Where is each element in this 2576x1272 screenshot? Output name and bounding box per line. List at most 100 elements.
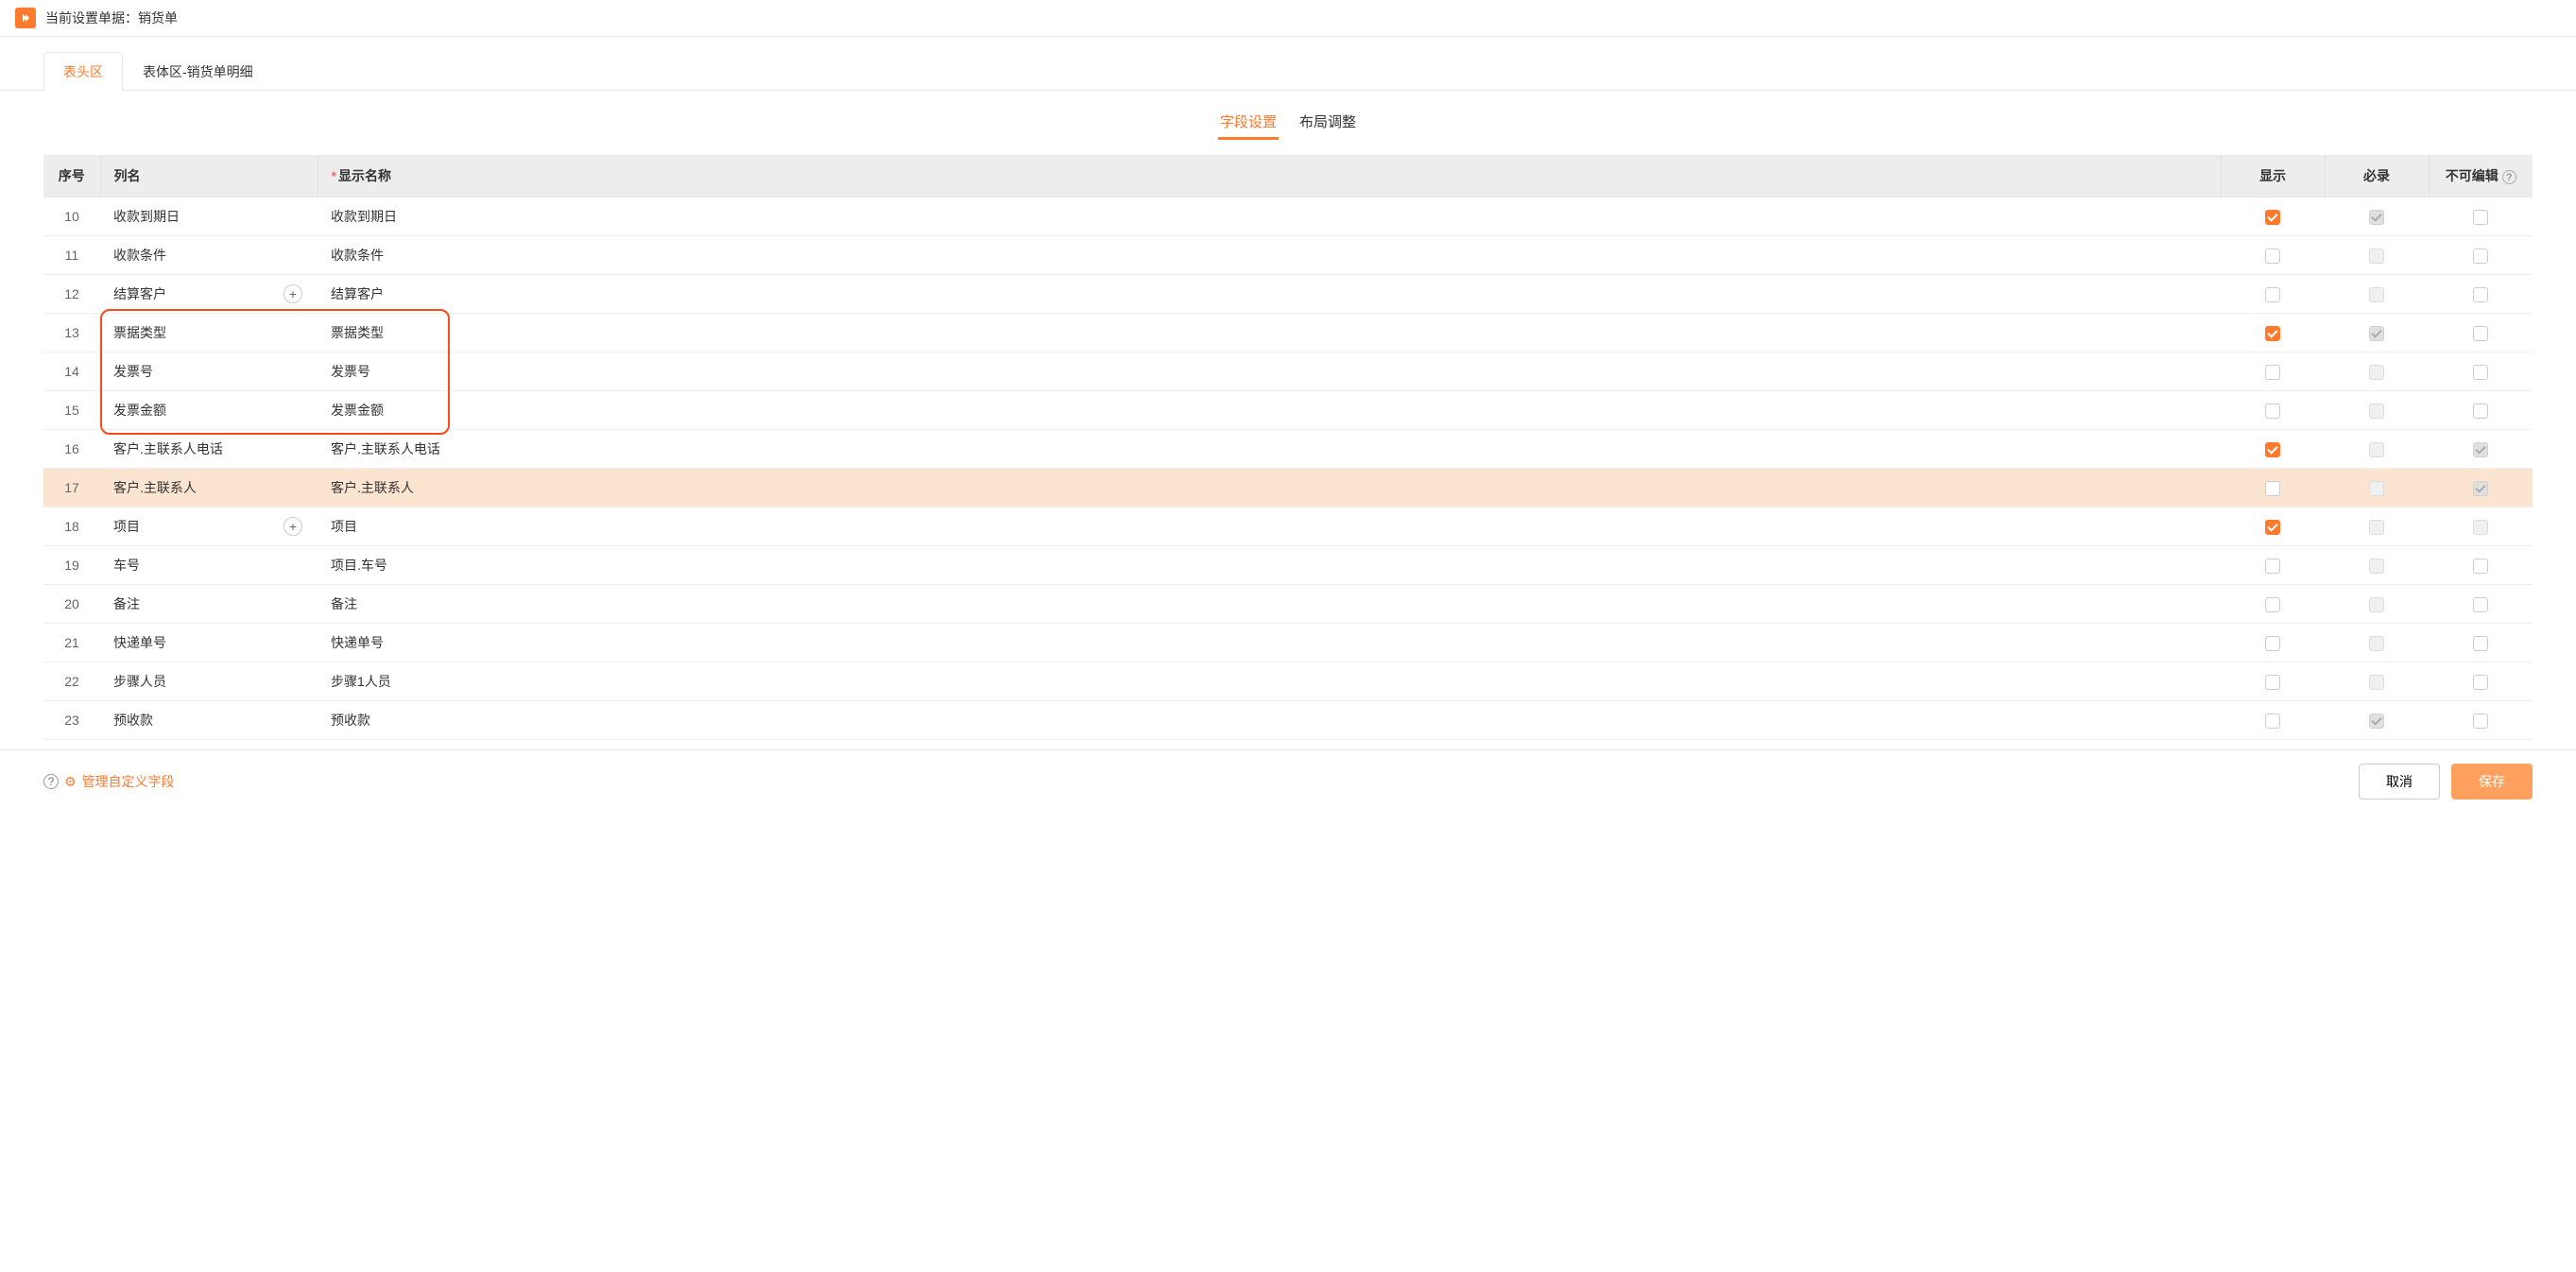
sub-tab-1[interactable]: 布局调整 [1297, 106, 1358, 140]
field-table-container: 序号 列名 *显示名称 显示 必录 不可编辑? 10收款到期日收款到期日11收款… [0, 155, 2576, 740]
row-display-name[interactable]: 发票号 [318, 352, 2221, 391]
row-display-name[interactable]: 收款条件 [318, 236, 2221, 275]
required-cell [2325, 198, 2429, 236]
locked-checkbox[interactable] [2473, 597, 2488, 612]
row-index: 12 [43, 275, 100, 314]
visible-checkbox[interactable] [2265, 404, 2280, 419]
tab-1[interactable]: 表体区-销货单明细 [123, 52, 273, 91]
required-cell [2325, 624, 2429, 662]
table-row[interactable]: 23预收款预收款 [43, 701, 2533, 740]
locked-checkbox[interactable] [2473, 287, 2488, 302]
table-row[interactable]: 13票据类型票据类型 [43, 314, 2533, 352]
required-checkbox [2369, 442, 2384, 457]
row-colname: 收款到期日 [100, 198, 318, 236]
row-display-name[interactable]: 票据类型 [318, 314, 2221, 352]
tab-0[interactable]: 表头区 [43, 52, 123, 91]
table-row[interactable]: 15发票金额发票金额 [43, 391, 2533, 430]
header-bar: 当前设置单据：销货单 [0, 0, 2576, 37]
visible-checkbox[interactable] [2265, 249, 2280, 264]
required-cell [2325, 507, 2429, 546]
visible-checkbox[interactable] [2265, 442, 2280, 457]
table-row[interactable]: 14发票号发票号 [43, 352, 2533, 391]
row-display-name[interactable]: 收款到期日 [318, 198, 2221, 236]
locked-checkbox[interactable] [2473, 636, 2488, 651]
table-row[interactable]: 17客户.主联系人客户.主联系人 [43, 469, 2533, 507]
locked-checkbox[interactable] [2473, 365, 2488, 380]
row-colname: 收款条件 [100, 236, 318, 275]
required-cell [2325, 430, 2429, 469]
chevron-right-double-icon [20, 12, 31, 24]
locked-cell [2429, 352, 2533, 391]
row-display-name[interactable]: 客户.主联系人电话 [318, 430, 2221, 469]
save-button[interactable]: 保存 [2451, 764, 2533, 799]
row-index: 13 [43, 314, 100, 352]
locked-checkbox [2473, 481, 2488, 496]
row-colname: 项目 [100, 507, 318, 546]
row-display-name[interactable]: 项目 [318, 507, 2221, 546]
table-row[interactable]: 20备注备注 [43, 585, 2533, 624]
row-display-name[interactable]: 客户.主联系人 [318, 469, 2221, 507]
required-checkbox [2369, 326, 2384, 341]
table-row[interactable]: 16客户.主联系人电话客户.主联系人电话 [43, 430, 2533, 469]
table-header-row: 序号 列名 *显示名称 显示 必录 不可编辑? [43, 155, 2533, 198]
row-display-name[interactable]: 备注 [318, 585, 2221, 624]
table-row[interactable]: 22步骤人员步骤1人员 [43, 662, 2533, 701]
required-checkbox [2369, 249, 2384, 264]
locked-checkbox[interactable] [2473, 675, 2488, 690]
visible-checkbox[interactable] [2265, 713, 2280, 729]
row-display-name[interactable]: 项目.车号 [318, 546, 2221, 585]
required-checkbox [2369, 404, 2384, 419]
visible-cell [2221, 430, 2325, 469]
visible-cell [2221, 198, 2325, 236]
visible-cell [2221, 236, 2325, 275]
visible-checkbox[interactable] [2265, 287, 2280, 302]
manage-custom-fields-link[interactable]: 管理自定义字段 [82, 772, 175, 791]
main-tabs: 表头区表体区-销货单明细 [0, 52, 2576, 91]
row-display-name[interactable]: 预收款 [318, 701, 2221, 740]
visible-checkbox[interactable] [2265, 675, 2280, 690]
help-icon[interactable]: ? [43, 774, 59, 789]
cancel-button[interactable]: 取消 [2359, 764, 2440, 799]
table-row[interactable]: 19车号项目.车号 [43, 546, 2533, 585]
required-cell [2325, 662, 2429, 701]
row-display-name[interactable]: 发票金额 [318, 391, 2221, 430]
table-row[interactable]: 10收款到期日收款到期日 [43, 198, 2533, 236]
row-index: 17 [43, 469, 100, 507]
visible-checkbox[interactable] [2265, 365, 2280, 380]
add-child-button[interactable] [283, 284, 302, 303]
row-colname: 车号 [100, 546, 318, 585]
visible-checkbox[interactable] [2265, 597, 2280, 612]
row-index: 20 [43, 585, 100, 624]
locked-checkbox[interactable] [2473, 210, 2488, 225]
help-icon[interactable]: ? [2502, 170, 2516, 184]
locked-checkbox[interactable] [2473, 713, 2488, 729]
row-index: 15 [43, 391, 100, 430]
table-row[interactable]: 12结算客户结算客户 [43, 275, 2533, 314]
locked-cell [2429, 469, 2533, 507]
visible-checkbox[interactable] [2265, 481, 2280, 496]
table-row[interactable]: 18项目项目 [43, 507, 2533, 546]
table-row[interactable]: 21快递单号快递单号 [43, 624, 2533, 662]
add-child-button[interactable] [283, 517, 302, 536]
sub-tab-0[interactable]: 字段设置 [1218, 106, 1279, 140]
locked-checkbox[interactable] [2473, 404, 2488, 419]
visible-checkbox[interactable] [2265, 520, 2280, 535]
locked-checkbox[interactable] [2473, 249, 2488, 264]
visible-checkbox[interactable] [2265, 559, 2280, 574]
table-row[interactable]: 11收款条件收款条件 [43, 236, 2533, 275]
expand-toggle-button[interactable] [15, 8, 36, 28]
locked-checkbox[interactable] [2473, 559, 2488, 574]
visible-checkbox[interactable] [2265, 636, 2280, 651]
row-display-name[interactable]: 结算客户 [318, 275, 2221, 314]
row-colname: 步骤人员 [100, 662, 318, 701]
required-cell [2325, 314, 2429, 352]
visible-checkbox[interactable] [2265, 210, 2280, 225]
locked-checkbox[interactable] [2473, 326, 2488, 341]
row-display-name[interactable]: 步骤1人员 [318, 662, 2221, 701]
row-index: 22 [43, 662, 100, 701]
locked-cell [2429, 624, 2533, 662]
required-cell [2325, 391, 2429, 430]
required-checkbox [2369, 559, 2384, 574]
visible-checkbox[interactable] [2265, 326, 2280, 341]
row-display-name[interactable]: 快递单号 [318, 624, 2221, 662]
